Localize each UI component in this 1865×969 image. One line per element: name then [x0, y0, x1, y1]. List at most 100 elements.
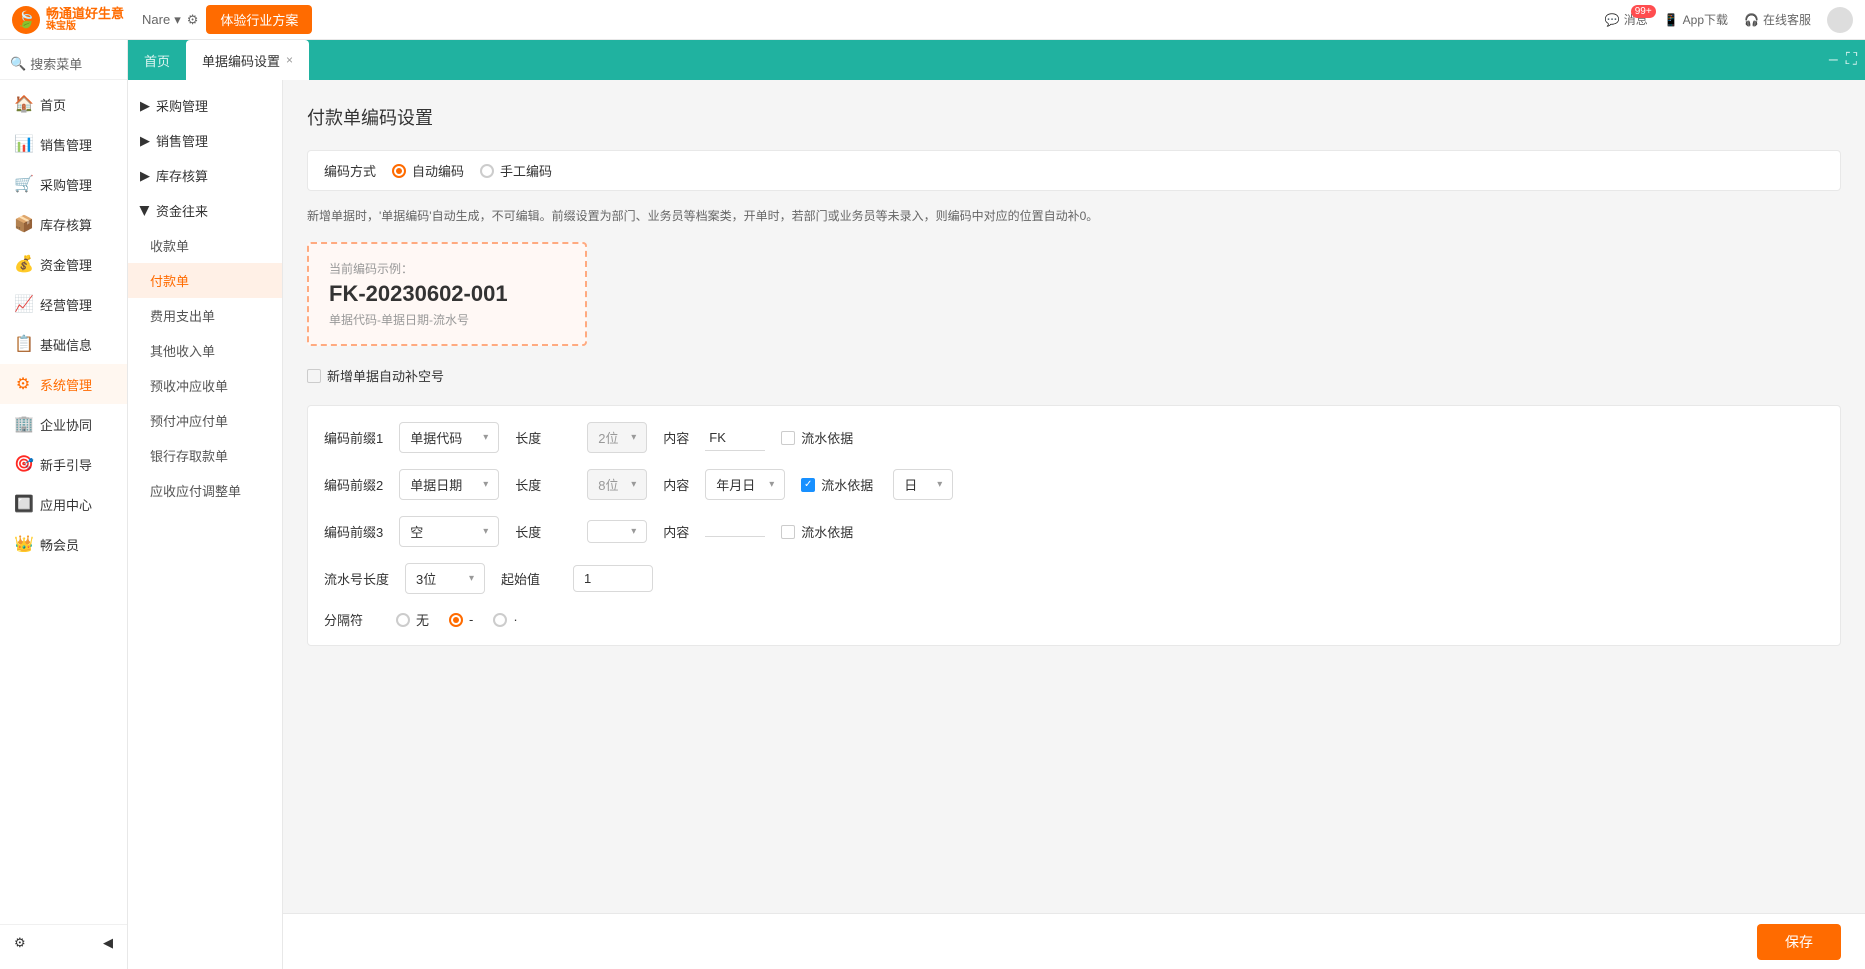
coding-method-label: 编码方式 [324, 161, 376, 180]
prefix1-select[interactable]: 单据代码 ▾ [399, 422, 499, 453]
prefix2-select[interactable]: 单据日期 ▾ [399, 469, 499, 500]
sub-item-receivable-adjust[interactable]: 应收应付调整单 [128, 473, 282, 508]
separator-label: 分隔符 [324, 610, 380, 629]
auto-fill-checkbox[interactable]: 新增单据自动补空号 [307, 366, 444, 385]
settings-icon[interactable]: ⚙ [187, 12, 199, 28]
separator-none-radio[interactable]: 无 [396, 610, 429, 629]
separator-dash-circle [449, 613, 463, 627]
sidebar-item-purchase[interactable]: 🛒 采购管理 [0, 164, 127, 204]
content1-label: 内容 [663, 428, 689, 447]
sidebar-item-apps[interactable]: 🔲 应用中心 [0, 484, 127, 524]
message-btn[interactable]: 💬 消息 99+ [1605, 11, 1648, 28]
service-btn[interactable]: 🎧 在线客服 [1744, 11, 1811, 28]
top-bar-right: 💬 消息 99+ 📱 App下载 🎧 在线客服 [1605, 7, 1853, 33]
content3-value [705, 526, 765, 537]
sidebar-search[interactable]: 🔍 搜索菜单 [0, 48, 127, 80]
length3-select[interactable]: ▾ [587, 520, 647, 543]
dropdown-label: Nare [142, 12, 170, 27]
sub-item-expense[interactable]: 费用支出单 [128, 298, 282, 333]
sub-group-sales-title[interactable]: ▶ 销售管理 [128, 123, 282, 158]
footer-bar: 保存 [283, 913, 1865, 969]
separator-dot-radio[interactable]: · [493, 612, 517, 627]
chevron-down-icon: ▾ [174, 12, 181, 28]
save-button[interactable]: 保存 [1757, 924, 1841, 960]
sidebar-item-operations[interactable]: 📈 经营管理 [0, 284, 127, 324]
sidebar-label-enterprise: 企业协同 [40, 415, 92, 434]
sub-item-prepay-receivable[interactable]: 预收冲应收单 [128, 368, 282, 403]
preview-code: FK-20230602-001 [329, 281, 565, 307]
stream2-checkbox[interactable]: ✓ 流水依据 [801, 475, 873, 494]
start-value-input[interactable] [573, 565, 653, 592]
sub-group-inventory-title[interactable]: ▶ 库存核算 [128, 158, 282, 193]
sidebar-item-finance[interactable]: 💰 资金管理 [0, 244, 127, 284]
tab-home-label: 首页 [144, 51, 170, 70]
separator-dash-radio[interactable]: - [449, 612, 473, 627]
sidebar-item-enterprise[interactable]: 🏢 企业协同 [0, 404, 127, 444]
tab-close-icon[interactable]: × [286, 53, 293, 67]
cycle2-select[interactable]: 日 ▾ [893, 469, 953, 500]
stream2-label: 流水依据 [821, 475, 873, 494]
sidebar-item-guide[interactable]: 🎯 新手引导 [0, 444, 127, 484]
sub-item-payment[interactable]: 付款单 [128, 263, 282, 298]
sidebar-label-sales: 销售管理 [40, 135, 92, 154]
tab-settings[interactable]: 单据编码设置 × [186, 40, 309, 80]
serial-length-select[interactable]: 3位 ▾ [405, 563, 485, 594]
prefix3-arrow-icon: ▾ [483, 526, 488, 537]
sidebar-item-home[interactable]: 🏠 首页 [0, 84, 127, 124]
form-row-2: 编码前缀2 单据日期 ▾ 长度 8位 ▾ 内容 [324, 469, 1824, 500]
serial-length-label: 流水号长度 [324, 569, 389, 588]
stream3-label: 流水依据 [801, 522, 853, 541]
sub-item-other-income[interactable]: 其他收入单 [128, 333, 282, 368]
sub-item-prepay-payment[interactable]: 预付冲应付单 [128, 403, 282, 438]
prefix3-select[interactable]: 空 ▾ [399, 516, 499, 547]
separator-none-label: 无 [416, 610, 429, 629]
prefix1-arrow-icon: ▾ [483, 432, 488, 443]
stream1-checkbox[interactable]: 流水依据 [781, 428, 853, 447]
sub-sidebar: ▶ 采购管理 ▶ 销售管理 ▶ 库存核算 [128, 80, 283, 969]
settings-bottom-icon[interactable]: ⚙ [14, 935, 26, 951]
sidebar-item-inventory[interactable]: 📦 库存核算 [0, 204, 127, 244]
prefix2-arrow-icon: ▾ [483, 479, 488, 490]
app-download-btn[interactable]: 📱 App下载 [1664, 11, 1728, 28]
length2-arrow-icon: ▾ [631, 479, 636, 490]
arrow-inventory-icon: ▶ [140, 168, 150, 184]
stream1-label: 流水依据 [801, 428, 853, 447]
sidebar-label-purchase: 采购管理 [40, 175, 92, 194]
tab-bar-actions: – ⛶ [1829, 51, 1865, 69]
content2-select[interactable]: 年月日 ▾ [705, 469, 785, 500]
tab-home[interactable]: 首页 [128, 40, 186, 80]
sub-group-capital: ▶ 资金往来 收款单 付款单 费用支出单 其他收入单 预收冲应收单 预付冲应付单… [128, 193, 282, 508]
sidebar-item-member[interactable]: 👑 畅会员 [0, 524, 127, 564]
user-avatar[interactable] [1827, 7, 1853, 33]
prefix1-value: 单据代码 [410, 428, 462, 447]
sub-group-inventory-label: 库存核算 [156, 166, 208, 185]
tab-minimize-btn[interactable]: – [1829, 51, 1838, 69]
sub-group-capital-title[interactable]: ▶ 资金往来 [128, 193, 282, 228]
sub-item-receipt[interactable]: 收款单 [128, 228, 282, 263]
message-badge: 99+ [1631, 5, 1656, 18]
sidebar-item-sales[interactable]: 📊 销售管理 [0, 124, 127, 164]
stream3-checkbox[interactable]: 流水依据 [781, 522, 853, 541]
coding-method-bar: 编码方式 自动编码 手工编码 [307, 150, 1841, 191]
sidebar-label-apps: 应用中心 [40, 495, 92, 514]
tab-maximize-btn[interactable]: ⛶ [1846, 51, 1857, 69]
sub-item-bank-deposit[interactable]: 银行存取款单 [128, 438, 282, 473]
search-label: 搜索菜单 [30, 54, 82, 73]
home-icon: 🏠 [14, 94, 32, 114]
auto-code-radio[interactable]: 自动编码 [392, 161, 464, 180]
operations-icon: 📈 [14, 294, 32, 314]
auto-code-radio-circle [392, 164, 406, 178]
auto-fill-label: 新增单据自动补空号 [327, 366, 444, 385]
brand-main: 畅通道好生意 [46, 6, 124, 22]
sidebar-item-basic[interactable]: 📋 基础信息 [0, 324, 127, 364]
manual-code-radio[interactable]: 手工编码 [480, 161, 552, 180]
sub-group-purchase-title[interactable]: ▶ 采购管理 [128, 88, 282, 123]
cta-button[interactable]: 体验行业方案 [206, 5, 312, 34]
nav-dropdown[interactable]: Nare ▾ [142, 12, 181, 28]
stream1-checkbox-box [781, 431, 795, 445]
collapse-icon[interactable]: ◀ [103, 935, 113, 951]
separator-dot-circle [493, 613, 507, 627]
top-bar-left: 🍃 畅通道好生意 珠宝版 Nare ▾ ⚙ 体验行业方案 [12, 5, 1605, 34]
sidebar-item-system[interactable]: ⚙ 系统管理 [0, 364, 127, 404]
brand-sub: 珠宝版 [46, 21, 124, 33]
